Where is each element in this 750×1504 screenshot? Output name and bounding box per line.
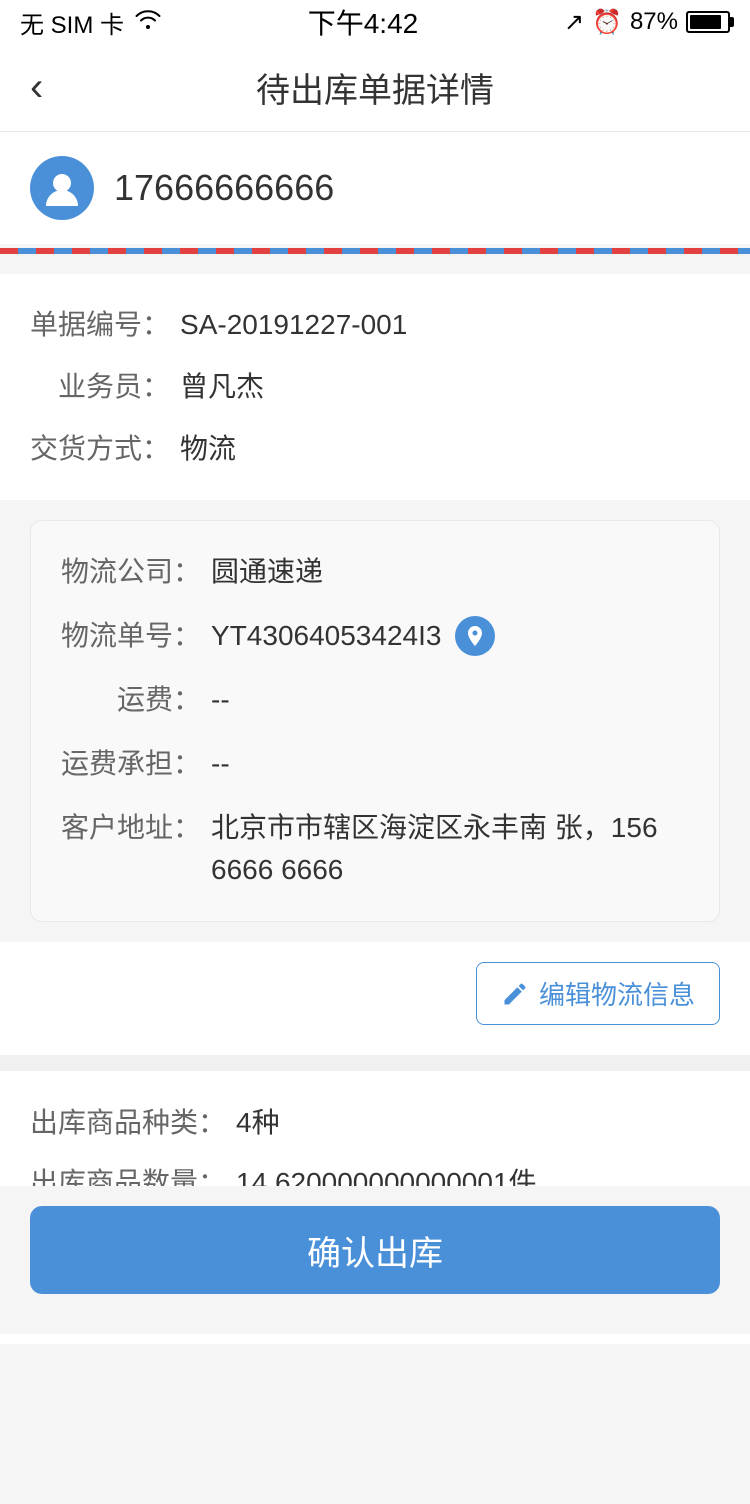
delivery-row: 交货方式： 物流 <box>30 428 720 470</box>
customer-phone: 17666666666 <box>114 167 334 209</box>
logistics-card: 物流公司： 圆通速递 物流单号： YT43064053424I3 运费： -- … <box>30 520 720 922</box>
confirm-btn-label: 确认出库 <box>307 1226 443 1275</box>
tracking-number: YT43064053424I3 <box>211 615 441 657</box>
logistics-company-label: 物流公司： <box>61 551 201 593</box>
freight-bearer-value: -- <box>211 743 689 785</box>
address-row: 客户地址： 北京市市辖区海淀区永丰南 张，156 6666 6666 <box>61 807 689 891</box>
salesperson-value: 曾凡杰 <box>180 366 720 408</box>
freight-value: -- <box>211 679 689 721</box>
tracking-label: 物流单号： <box>61 615 201 657</box>
goods-types-value: 4种 <box>236 1101 280 1141</box>
freight-row: 运费： -- <box>61 679 689 721</box>
logistics-company-row: 物流公司： 圆通速递 <box>61 551 689 593</box>
delivery-value: 物流 <box>180 428 720 470</box>
bottom-spacer <box>0 1344 750 1504</box>
alarm-icon: ⏰ <box>592 8 622 37</box>
salesperson-row: 业务员： 曾凡杰 <box>30 366 720 408</box>
carrier-label: 无 SIM 卡 <box>20 5 124 40</box>
tracking-value-container: YT43064053424I3 <box>211 615 689 657</box>
edit-logistics-button[interactable]: 编辑物流信息 <box>476 962 720 1025</box>
logistics-company-value: 圆通速递 <box>211 551 689 593</box>
status-right: ↗ ⏰ 87% <box>564 8 730 37</box>
battery-label: 87% <box>630 8 678 36</box>
customer-header: 17666666666 <box>0 132 750 244</box>
nav-bar: ‹ 待出库单据详情 <box>0 44 750 132</box>
back-button[interactable]: ‹ <box>30 65 90 110</box>
tracking-location-icon[interactable] <box>455 616 495 656</box>
battery-icon <box>686 11 730 33</box>
confirm-btn-container: 确认出库 <box>0 1186 750 1334</box>
salesperson-label: 业务员： <box>30 366 170 408</box>
address-label: 客户地址： <box>61 807 201 849</box>
order-no-value: SA-20191227-001 <box>180 304 720 346</box>
order-no-row: 单据编号： SA-20191227-001 <box>30 304 720 346</box>
edit-logistics-label: 编辑物流信息 <box>539 975 695 1012</box>
status-left: 无 SIM 卡 <box>20 5 162 40</box>
freight-bearer-row: 运费承担： -- <box>61 743 689 785</box>
wifi-icon <box>134 8 162 36</box>
address-value: 北京市市辖区海淀区永丰南 张，156 6666 6666 <box>211 807 689 891</box>
dashed-divider <box>0 248 750 254</box>
location-status-icon: ↗ <box>564 8 584 37</box>
freight-label: 运费： <box>61 679 201 721</box>
status-time: 下午4:42 <box>308 2 419 42</box>
status-bar: 无 SIM 卡 下午4:42 ↗ ⏰ 87% <box>0 0 750 44</box>
edit-logistics-row: 编辑物流信息 <box>0 942 750 1055</box>
freight-bearer-label: 运费承担： <box>61 743 201 785</box>
confirm-outbound-button[interactable]: 确认出库 <box>30 1206 720 1294</box>
tracking-row: 物流单号： YT43064053424I3 <box>61 615 689 657</box>
delivery-label: 交货方式： <box>30 428 170 470</box>
avatar <box>30 156 94 220</box>
user-icon <box>42 168 82 208</box>
order-no-label: 单据编号： <box>30 304 170 346</box>
page-title: 待出库单据详情 <box>90 63 660 112</box>
order-info-section: 单据编号： SA-20191227-001 业务员： 曾凡杰 交货方式： 物流 <box>0 274 750 500</box>
goods-types-label: 出库商品种类： <box>30 1101 226 1141</box>
section-divider <box>0 1055 750 1071</box>
goods-types-row: 出库商品种类： 4种 <box>30 1101 720 1141</box>
edit-icon <box>501 980 529 1008</box>
